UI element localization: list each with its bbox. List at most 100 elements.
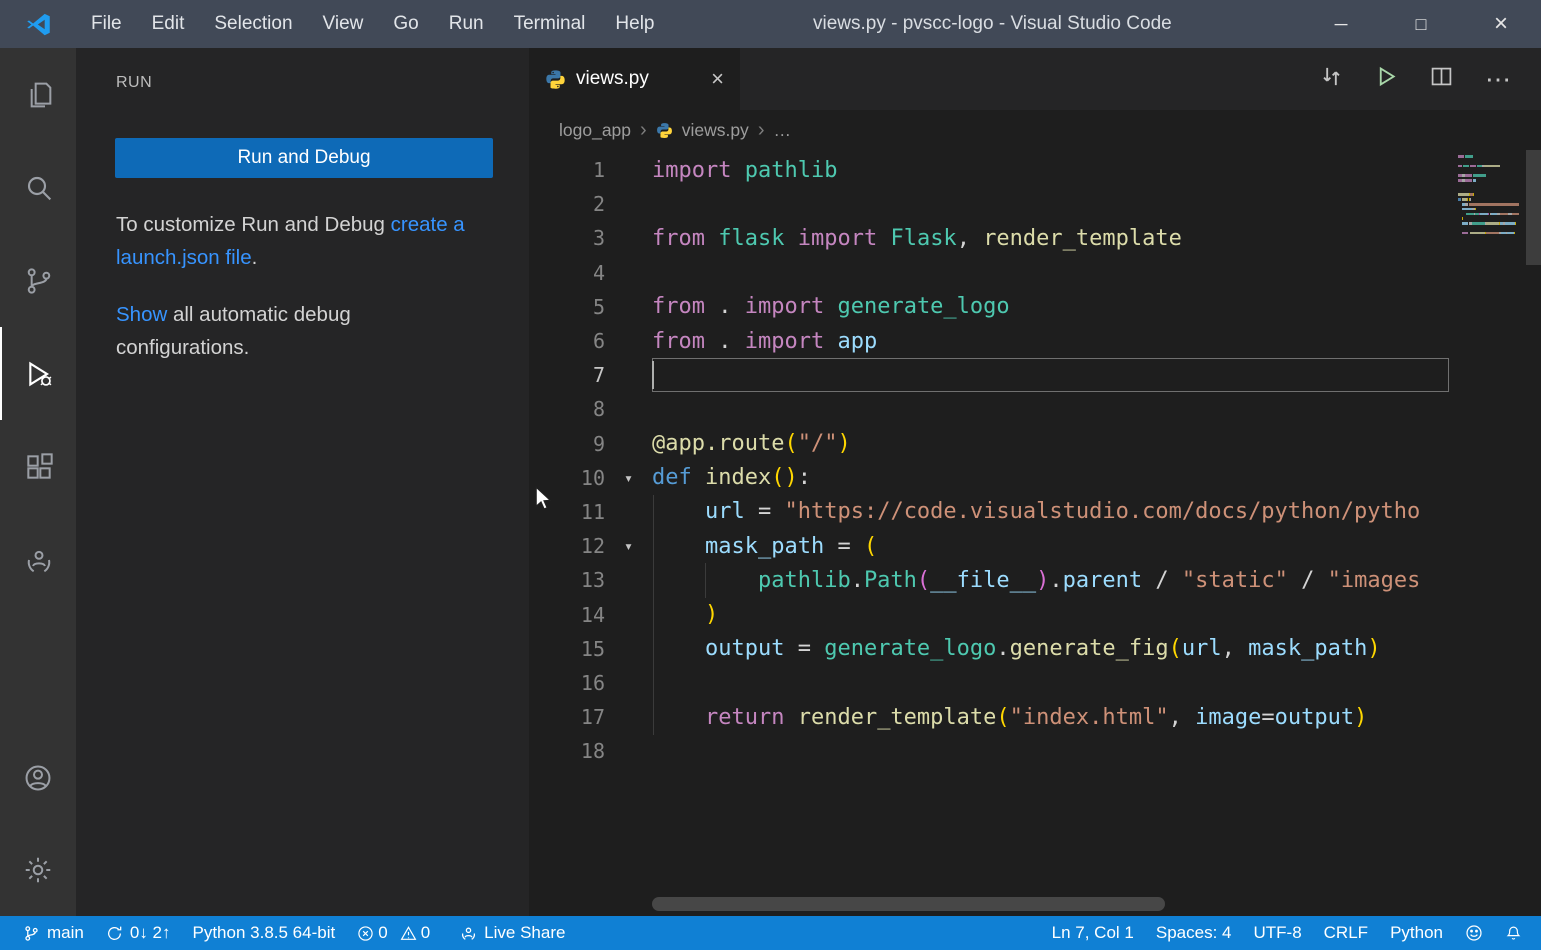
minimize-button[interactable]: ─ — [1301, 0, 1381, 48]
tab-views-py[interactable]: views.py × — [529, 48, 740, 110]
line-number: 14 — [529, 603, 605, 627]
more-actions-icon[interactable]: ⋯ — [1485, 66, 1511, 92]
encoding-status[interactable]: UTF-8 — [1242, 916, 1312, 950]
run-side-panel: RUN Run and Debug To customize Run and D… — [76, 48, 529, 916]
code-line-13[interactable]: 13 pathlib.Path(__file__).parent / "stat… — [529, 563, 1455, 597]
code-text: url = "https://code.visualstudio.com/doc… — [652, 499, 1420, 524]
files-icon — [23, 79, 55, 111]
code-line-17[interactable]: 17 return render_template("index.html", … — [529, 700, 1455, 734]
status-bar: main 0↓ 2↑ Python 3.8.5 64-bit 0 0 Live … — [0, 916, 1541, 950]
menu-edit[interactable]: Edit — [137, 0, 200, 48]
code-text: from flask import Flask, render_template — [652, 226, 1182, 251]
code-line-14[interactable]: 14 ) — [529, 597, 1455, 631]
encoding: UTF-8 — [1253, 923, 1301, 943]
split-editor-icon[interactable] — [1430, 65, 1453, 93]
close-tab-icon[interactable]: × — [711, 66, 724, 92]
activity-live-share[interactable] — [0, 513, 76, 606]
window-title: views.py - pvscc-logo - Visual Studio Co… — [813, 0, 1172, 48]
settings-button[interactable] — [0, 824, 76, 916]
line-number: 12 — [529, 534, 605, 558]
code-line-7[interactable]: 7 — [529, 358, 1455, 392]
maximize-button[interactable]: □ — [1381, 0, 1461, 48]
indentation-status[interactable]: Spaces: 4 — [1145, 916, 1243, 950]
breadcrumb-folder[interactable]: logo_app — [559, 120, 631, 141]
branch-status[interactable]: main — [12, 916, 95, 950]
code-line-12[interactable]: 12▾ mask_path = ( — [529, 529, 1455, 563]
run-python-file-icon[interactable] — [1375, 65, 1398, 93]
python-interpreter-status[interactable]: Python 3.8.5 64-bit — [182, 916, 347, 950]
cursor-position: Ln 7, Col 1 — [1052, 923, 1134, 943]
activity-source-control[interactable] — [0, 234, 76, 327]
code-line-4[interactable]: 4 — [529, 256, 1455, 290]
code-line-5[interactable]: 5from . import generate_logo — [529, 290, 1455, 324]
menu-go[interactable]: Go — [378, 0, 433, 48]
close-button[interactable]: × — [1461, 0, 1541, 48]
horizontal-scrollbar[interactable] — [652, 897, 1165, 911]
account-icon — [22, 762, 54, 794]
notifications-button[interactable] — [1494, 916, 1533, 950]
problems-status[interactable]: 0 0 — [346, 916, 449, 950]
code-lines[interactable]: 1import pathlib23from flask import Flask… — [529, 153, 1455, 768]
menu-terminal[interactable]: Terminal — [499, 0, 601, 48]
show-configurations-link[interactable]: Show — [116, 303, 167, 326]
menu-selection[interactable]: Selection — [199, 0, 307, 48]
vscode-logo-icon — [25, 11, 52, 38]
breadcrumb-file[interactable]: views.py — [682, 120, 749, 141]
menu-view[interactable]: View — [308, 0, 379, 48]
code-text: mask_path = ( — [652, 534, 877, 559]
language-mode-status[interactable]: Python — [1379, 916, 1454, 950]
line-number: 17 — [529, 705, 605, 729]
account-button[interactable] — [0, 732, 76, 824]
code-text: from . import app — [652, 329, 877, 354]
fold-chevron-icon[interactable]: ▾ — [605, 537, 652, 555]
code-text: return render_template("index.html", ima… — [652, 705, 1367, 730]
run-and-debug-icon — [23, 358, 55, 390]
title-bar: File Edit Selection View Go Run Terminal… — [0, 0, 1541, 48]
vertical-scrollbar[interactable] — [1526, 150, 1541, 265]
code-line-16[interactable]: 16 — [529, 666, 1455, 700]
line-number: 5 — [529, 295, 605, 319]
line-number: 8 — [529, 397, 605, 421]
activity-extensions[interactable] — [0, 420, 76, 513]
code-line-10[interactable]: 10▾def index(): — [529, 461, 1455, 495]
warning-count: 0 — [421, 923, 430, 943]
code-editor[interactable]: 1import pathlib23from flask import Flask… — [529, 150, 1541, 916]
open-changes-icon[interactable] — [1320, 65, 1343, 93]
fold-chevron-icon[interactable]: ▾ — [605, 469, 652, 487]
error-icon — [357, 925, 374, 942]
code-text: def index(): — [652, 465, 811, 490]
feedback-smiley-icon — [1465, 924, 1483, 942]
activity-search[interactable] — [0, 141, 76, 234]
code-line-3[interactable]: 3from flask import Flask, render_templat… — [529, 221, 1455, 255]
code-line-15[interactable]: 15 output = generate_logo.generate_fig(u… — [529, 632, 1455, 666]
activity-run-and-debug[interactable] — [0, 327, 76, 420]
branch-name: main — [47, 923, 84, 943]
code-line-11[interactable]: 11 url = "https://code.visualstudio.com/… — [529, 495, 1455, 529]
menu-help[interactable]: Help — [600, 0, 669, 48]
sync-status[interactable]: 0↓ 2↑ — [95, 916, 182, 950]
code-text: @app.route("/") — [652, 431, 851, 456]
menu-run[interactable]: Run — [434, 0, 499, 48]
live-share-status[interactable]: Live Share — [449, 916, 576, 950]
code-line-18[interactable]: 18 — [529, 734, 1455, 768]
cursor-position-status[interactable]: Ln 7, Col 1 — [1041, 916, 1145, 950]
line-number: 6 — [529, 329, 605, 353]
hint-text-1: To customize Run and Debug — [116, 213, 391, 236]
code-line-1[interactable]: 1import pathlib — [529, 153, 1455, 187]
run-and-debug-button[interactable]: Run and Debug — [115, 138, 493, 178]
code-line-6[interactable]: 6 from . import app — [529, 324, 1455, 358]
code-line-2[interactable]: 2 — [529, 187, 1455, 221]
mouse-cursor — [533, 486, 555, 512]
feedback-button[interactable] — [1454, 916, 1494, 950]
breadcrumb: logo_app › views.py › … — [529, 110, 1541, 150]
code-line-8[interactable]: 8 — [529, 392, 1455, 426]
extensions-icon — [23, 451, 55, 483]
breadcrumb-symbol[interactable]: … — [773, 120, 791, 141]
line-number: 1 — [529, 158, 605, 182]
menu-file[interactable]: File — [76, 0, 137, 48]
code-line-9[interactable]: 9@app.route("/") — [529, 427, 1455, 461]
eol-status[interactable]: CRLF — [1313, 916, 1379, 950]
minimap[interactable] — [1455, 150, 1527, 916]
hint-text-2: . — [252, 246, 258, 269]
activity-explorer[interactable] — [0, 48, 76, 141]
